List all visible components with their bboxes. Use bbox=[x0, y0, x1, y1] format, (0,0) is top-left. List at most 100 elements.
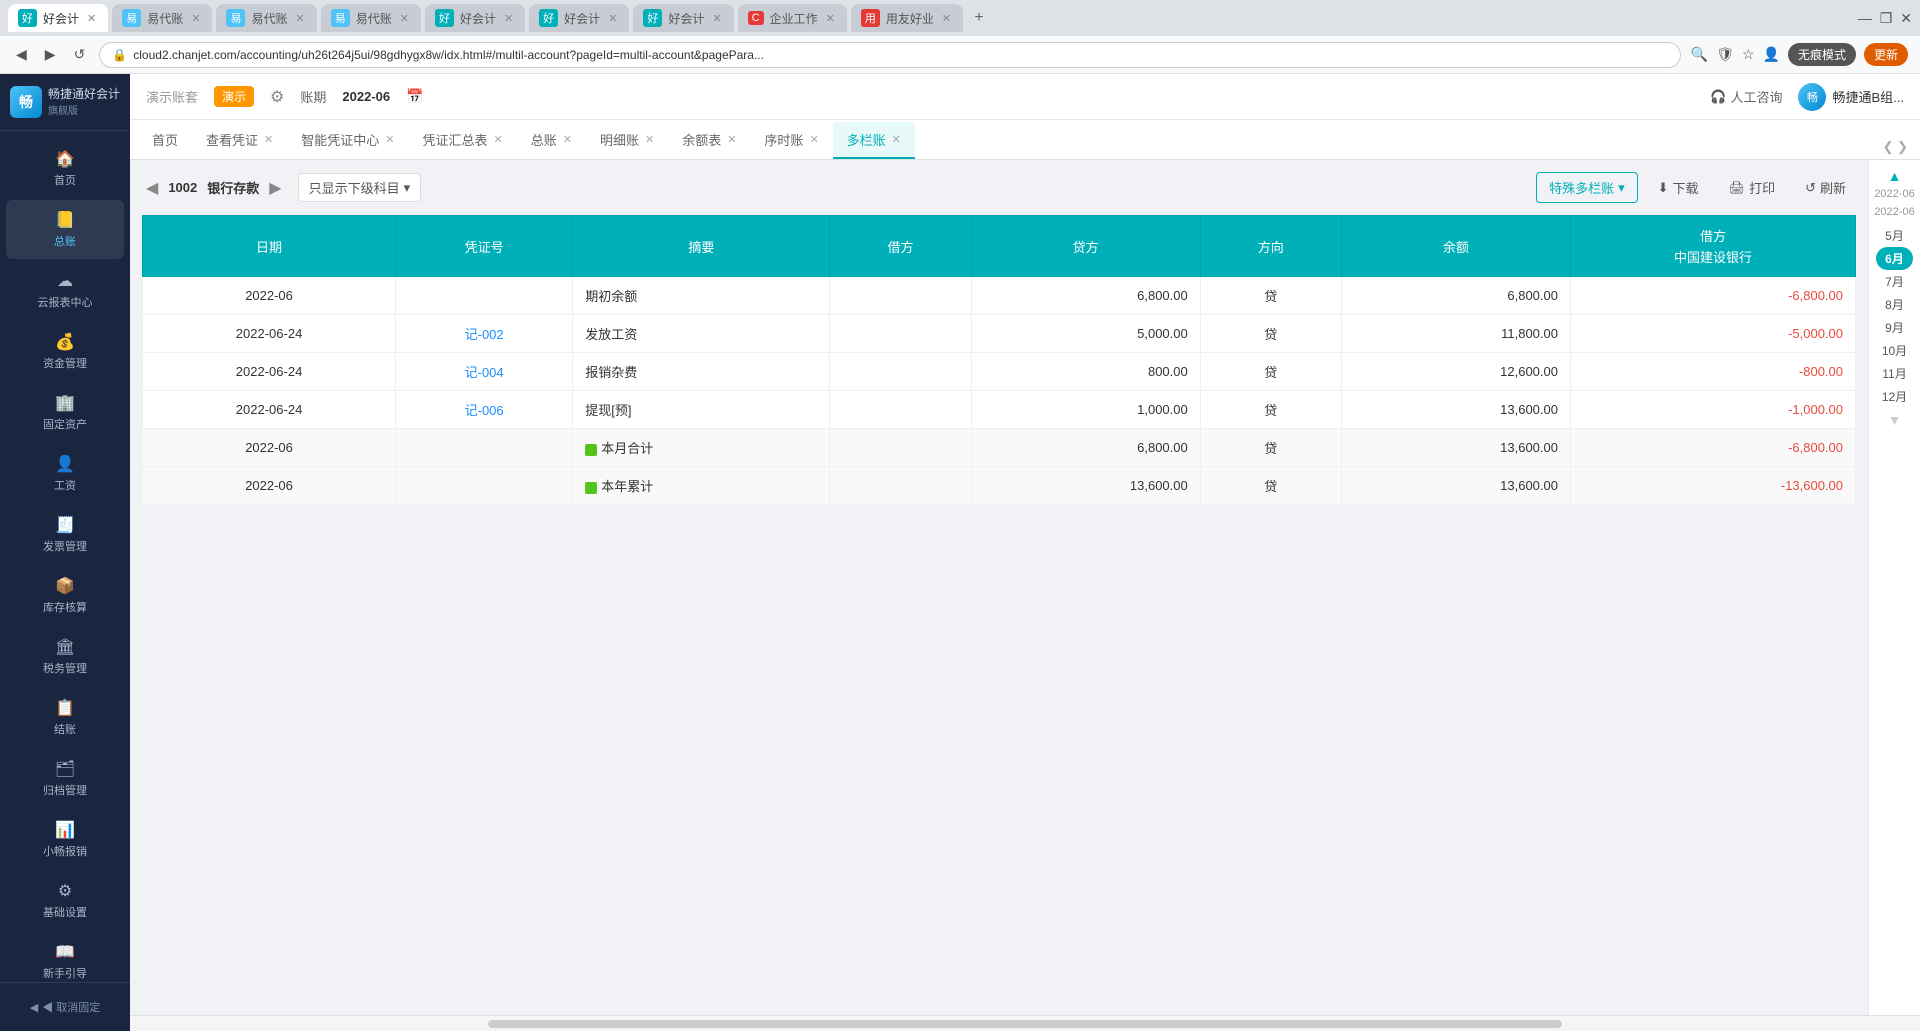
tab-close-7[interactable]: ✕ bbox=[824, 12, 837, 25]
unpin-button[interactable]: ◀ ◀ 取消固定 bbox=[6, 993, 124, 1021]
tab-general-ledger[interactable]: 总账 ✕ bbox=[517, 122, 586, 159]
tab-close-6[interactable]: ✕ bbox=[710, 12, 723, 25]
month-item[interactable]: 5月 bbox=[1876, 224, 1913, 247]
browser-tab-2[interactable]: 易 易代账 ✕ bbox=[216, 4, 316, 32]
shield-icon[interactable]: 🛡 bbox=[1716, 46, 1734, 63]
sidebar-item-guide[interactable]: 📖 新手引导 bbox=[6, 932, 124, 982]
sidebar-item-inventory[interactable]: 📦 库存核算 bbox=[6, 566, 124, 625]
close-window-button[interactable]: ✕ bbox=[1900, 10, 1912, 27]
month-item[interactable]: 12月 bbox=[1876, 385, 1913, 408]
tab-home[interactable]: 首页 bbox=[138, 122, 192, 159]
url-input[interactable]: 🔒 cloud2.chanjet.com/accounting/uh26t264… bbox=[99, 42, 1680, 68]
forward-button[interactable]: ▶ bbox=[41, 42, 60, 67]
tab-close-3[interactable]: ✕ bbox=[398, 12, 411, 25]
cell-voucher[interactable]: 记-004 bbox=[396, 353, 573, 391]
download-button[interactable]: ⬇ 下载 bbox=[1648, 173, 1709, 202]
sidebar-item-tax[interactable]: 🏛 税务管理 bbox=[6, 627, 124, 686]
multi-col-button[interactable]: 特殊多栏账 ▾ bbox=[1536, 172, 1638, 203]
tab-detail-ledger-close[interactable]: ✕ bbox=[645, 133, 654, 146]
tab-detail-ledger[interactable]: 明细账 ✕ bbox=[586, 122, 668, 159]
tab-voucher[interactable]: 查看凭证 ✕ bbox=[192, 122, 287, 159]
tab-voucher-close[interactable]: ✕ bbox=[264, 133, 273, 146]
new-tab-button[interactable]: + bbox=[967, 6, 991, 30]
sidebar-item-asset[interactable]: 🏢 固定资产 bbox=[6, 383, 124, 442]
month-item[interactable]: 11月 bbox=[1876, 362, 1913, 385]
browser-chrome: 好 好会计 ✕ 易 易代账 ✕ 易 易代账 ✕ 易 易代账 ✕ 好 好会计 ✕ … bbox=[0, 0, 1920, 36]
sidebar-item-home[interactable]: 🏠 首页 bbox=[6, 139, 124, 198]
cell-voucher[interactable]: 记-006 bbox=[396, 391, 573, 429]
guide-icon: 📖 bbox=[55, 942, 75, 962]
month-item[interactable]: 10月 bbox=[1876, 339, 1913, 362]
sidebar-item-settings[interactable]: ⚙ 基础设置 bbox=[6, 871, 124, 930]
sidebar-label-salary: 工资 bbox=[54, 477, 76, 493]
tab-close-1[interactable]: ✕ bbox=[189, 12, 202, 25]
browser-tab-3[interactable]: 易 易代账 ✕ bbox=[321, 4, 421, 32]
tab-close-8[interactable]: ✕ bbox=[940, 12, 953, 25]
tab-close-2[interactable]: ✕ bbox=[293, 12, 306, 25]
minimize-button[interactable]: — bbox=[1858, 10, 1872, 26]
scroll-down-button[interactable]: ▼ bbox=[1888, 412, 1902, 428]
tab-voucher-summary-close[interactable]: ✕ bbox=[494, 133, 503, 146]
browser-tab-active[interactable]: 好 好会计 ✕ bbox=[8, 4, 108, 32]
tab-voucher-summary[interactable]: 凭证汇总表 ✕ bbox=[408, 122, 516, 159]
prev-account-button[interactable]: ◀ bbox=[142, 176, 162, 200]
tab-smart-voucher-close[interactable]: ✕ bbox=[385, 133, 394, 146]
sidebar-item-report[interactable]: ☁ 云报表中心 bbox=[6, 261, 124, 320]
tab-multi-col[interactable]: 多栏账 ✕ bbox=[833, 122, 915, 159]
browser-tab-5[interactable]: 好 好会计 ✕ bbox=[529, 4, 629, 32]
period-value[interactable]: 2022-06 bbox=[342, 89, 390, 104]
cell-voucher[interactable] bbox=[396, 467, 573, 505]
cell-voucher[interactable] bbox=[396, 429, 573, 467]
demo-badge[interactable]: 演示 bbox=[214, 86, 254, 107]
profile-icon[interactable]: 👤 bbox=[1763, 46, 1780, 63]
sidebar-label-ledger: 总账 bbox=[54, 233, 76, 249]
back-button[interactable]: ◀ bbox=[12, 42, 31, 67]
browser-tab-6[interactable]: 好 好会计 ✕ bbox=[633, 4, 733, 32]
sidebar-item-settle[interactable]: 📋 结账 bbox=[6, 688, 124, 747]
maximize-button[interactable]: ❐ bbox=[1880, 10, 1893, 27]
tab-balance-close[interactable]: ✕ bbox=[727, 133, 736, 146]
sidebar-item-expense[interactable]: 📊 小畅报销 bbox=[6, 810, 124, 869]
tab-close-active[interactable]: ✕ bbox=[85, 12, 98, 25]
browser-tab-7[interactable]: C 企业工作 ✕ bbox=[738, 4, 847, 32]
settings-gear-icon[interactable]: ⚙ bbox=[270, 87, 284, 107]
consult-button[interactable]: 🎧 人工咨询 bbox=[1710, 87, 1782, 106]
cell-voucher[interactable]: 记-002 bbox=[396, 315, 573, 353]
print-button[interactable]: 🖨 打印 bbox=[1719, 173, 1786, 202]
calendar-icon[interactable]: 📅 bbox=[406, 88, 423, 105]
sidebar-item-archive[interactable]: 🗂 归档管理 bbox=[6, 749, 124, 808]
star-icon[interactable]: ☆ bbox=[1742, 46, 1755, 63]
month-item[interactable]: 8月 bbox=[1876, 293, 1913, 316]
search-icon[interactable]: 🔍 bbox=[1691, 46, 1708, 63]
tab-close-4[interactable]: ✕ bbox=[502, 12, 515, 25]
browser-tab-4[interactable]: 好 好会计 ✕ bbox=[425, 4, 525, 32]
month-item[interactable]: 7月 bbox=[1876, 270, 1913, 293]
tab-multi-col-close[interactable]: ✕ bbox=[892, 133, 901, 146]
sidebar-item-fund[interactable]: 💰 资金管理 bbox=[6, 322, 124, 381]
next-account-button[interactable]: ▶ bbox=[265, 176, 285, 200]
sidebar-item-salary[interactable]: 👤 工资 bbox=[6, 444, 124, 503]
scroll-up-button[interactable]: ▲ bbox=[1888, 168, 1902, 184]
tab-close-5[interactable]: ✕ bbox=[606, 12, 619, 25]
refresh-button[interactable]: ↺ bbox=[70, 42, 90, 67]
show-sub-button[interactable]: 只显示下级科目 ▾ bbox=[298, 173, 422, 202]
tab-general-ledger-close[interactable]: ✕ bbox=[563, 133, 572, 146]
refresh-button[interactable]: ↺ 刷新 bbox=[1795, 173, 1856, 202]
browser-tab-1[interactable]: 易 易代账 ✕ bbox=[112, 4, 212, 32]
update-button[interactable]: 更新 bbox=[1864, 43, 1908, 66]
tab-balance[interactable]: 余额表 ✕ bbox=[668, 122, 750, 159]
user-avatar[interactable]: 畅 畅捷通B组... bbox=[1798, 83, 1904, 111]
month-item[interactable]: 9月 bbox=[1876, 316, 1913, 339]
tab-bar-collapse[interactable]: ❮ ❯ bbox=[1879, 135, 1912, 159]
scrollbar-thumb[interactable] bbox=[488, 1020, 1562, 1028]
month-item[interactable]: 6月 bbox=[1876, 247, 1913, 270]
cell-voucher[interactable] bbox=[396, 277, 573, 315]
tab-journal[interactable]: 序时账 ✕ bbox=[750, 122, 832, 159]
sidebar-item-invoice[interactable]: 🧾 发票管理 bbox=[6, 505, 124, 564]
tab-journal-close[interactable]: ✕ bbox=[809, 133, 818, 146]
browser-tab-8[interactable]: 用 用友好业 ✕ bbox=[851, 4, 963, 32]
bottom-scrollbar[interactable] bbox=[130, 1015, 1920, 1031]
wuhen-button[interactable]: 无痕模式 bbox=[1788, 43, 1856, 66]
sidebar-item-ledger[interactable]: 📒 总账 bbox=[6, 200, 124, 259]
tab-smart-voucher[interactable]: 智能凭证中心 ✕ bbox=[287, 122, 408, 159]
